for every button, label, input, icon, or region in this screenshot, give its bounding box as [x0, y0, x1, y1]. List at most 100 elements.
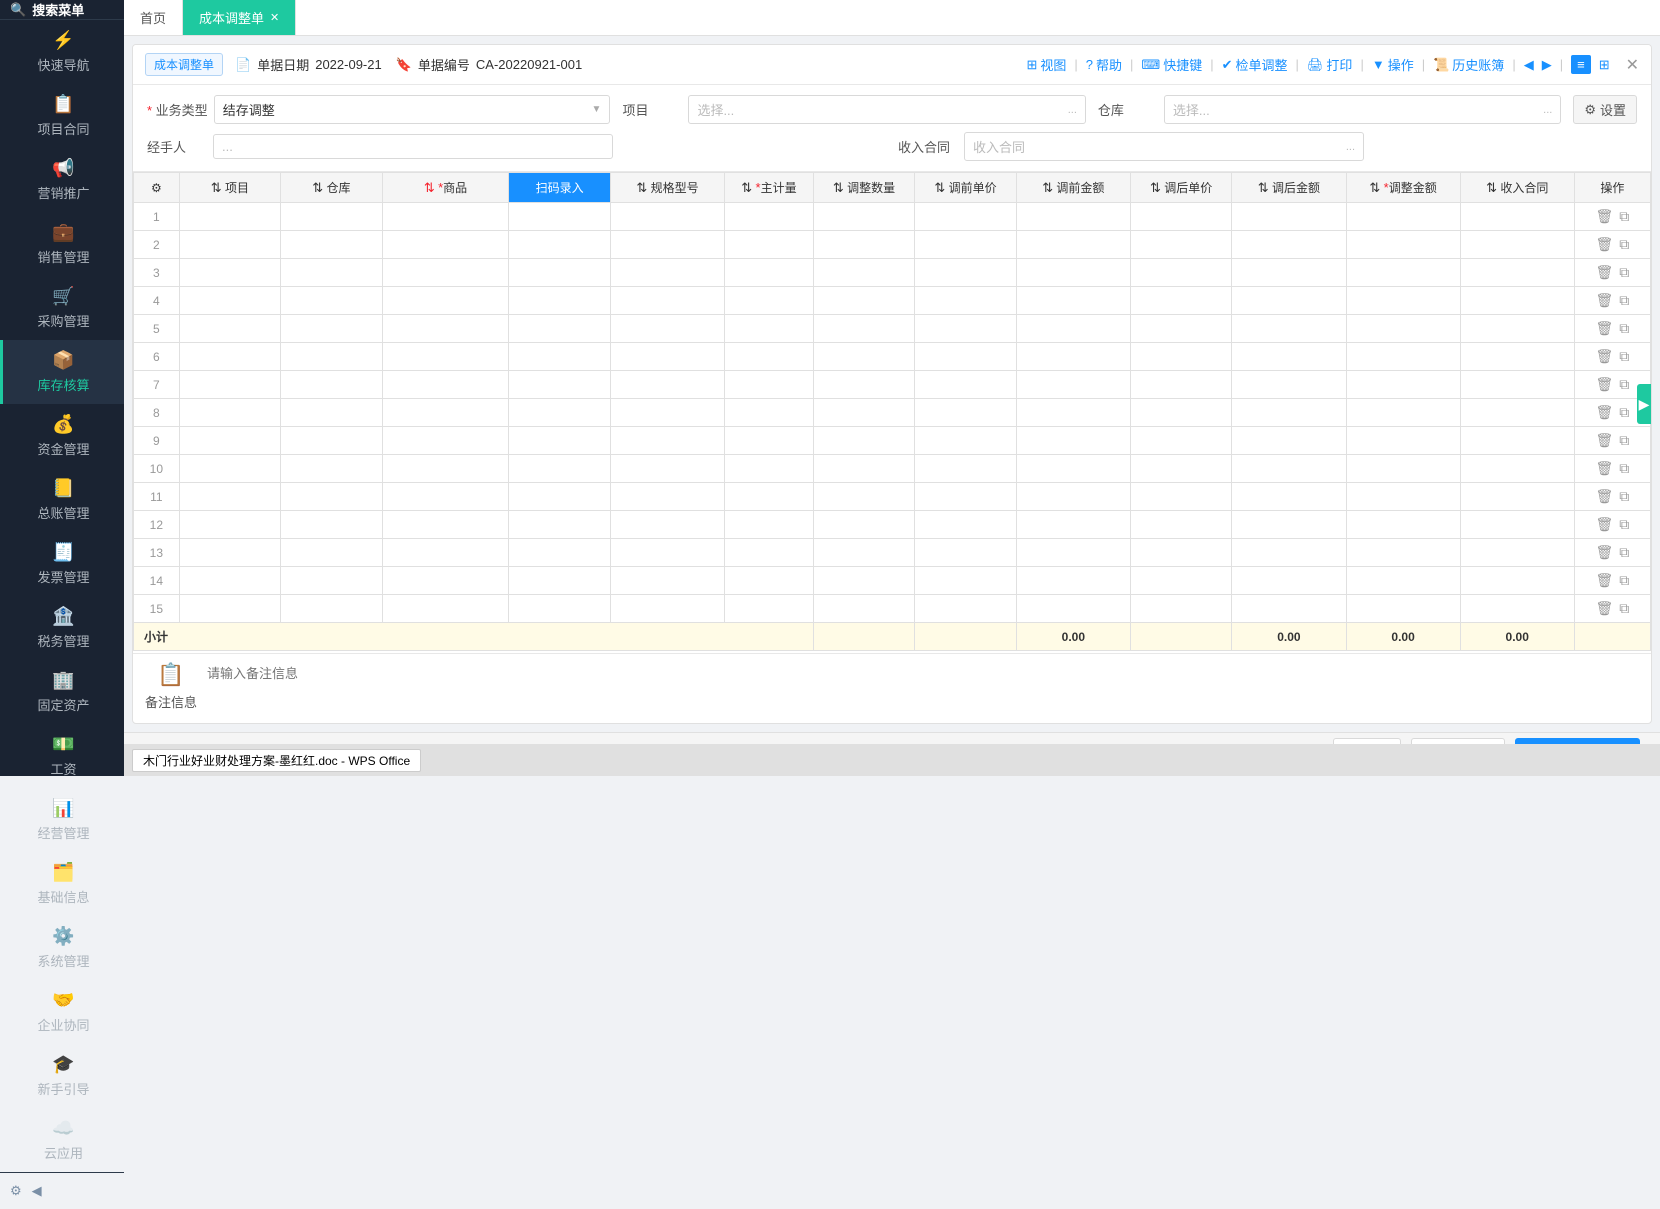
- cell-income-contract[interactable]: [1460, 231, 1574, 259]
- cell-warehouse[interactable]: [281, 371, 382, 399]
- copy-row-icon[interactable]: ⧉: [1619, 292, 1629, 309]
- copy-row-icon[interactable]: ⧉: [1619, 488, 1629, 505]
- delete-row-icon[interactable]: 🗑: [1596, 600, 1614, 617]
- cell-unit[interactable]: [725, 343, 814, 371]
- cell-income-contract[interactable]: [1460, 259, 1574, 287]
- delete-row-icon[interactable]: 🗑: [1596, 236, 1614, 253]
- cell-unit[interactable]: [725, 455, 814, 483]
- cell-warehouse[interactable]: [281, 483, 382, 511]
- sidebar-item-capital-mgmt[interactable]: 💰 资金管理: [0, 404, 124, 468]
- cell-adjust-amount[interactable]: [1346, 231, 1460, 259]
- cell-goods[interactable]: [382, 287, 509, 315]
- cell-income-contract[interactable]: [1460, 287, 1574, 315]
- cell-after-price[interactable]: [1130, 511, 1231, 539]
- cell-adjust-amount[interactable]: [1346, 371, 1460, 399]
- col-scan[interactable]: 扫码录入: [509, 173, 610, 203]
- cell-scan[interactable]: [509, 511, 610, 539]
- copy-row-icon[interactable]: ⧉: [1619, 264, 1629, 281]
- cell-income-contract[interactable]: [1460, 483, 1574, 511]
- cell-warehouse[interactable]: [281, 315, 382, 343]
- cell-warehouse[interactable]: [281, 231, 382, 259]
- cell-income-contract[interactable]: [1460, 595, 1574, 623]
- sidebar-item-base-info[interactable]: 🗂️ 基础信息: [0, 852, 124, 916]
- copy-row-icon[interactable]: ⧉: [1619, 432, 1629, 449]
- delete-row-icon[interactable]: 🗑: [1596, 488, 1614, 505]
- cell-after-price[interactable]: [1130, 427, 1231, 455]
- cell-spec[interactable]: [610, 399, 724, 427]
- col-goods[interactable]: ⇅ *商品: [382, 173, 509, 203]
- cell-before-price[interactable]: [915, 455, 1016, 483]
- cell-unit[interactable]: [725, 287, 814, 315]
- cell-after-price[interactable]: [1130, 595, 1231, 623]
- cell-spec[interactable]: [610, 595, 724, 623]
- cell-qty[interactable]: [813, 399, 914, 427]
- copy-row-icon[interactable]: ⧉: [1619, 516, 1629, 533]
- cell-before-amount[interactable]: [1016, 343, 1130, 371]
- cell-qty[interactable]: [813, 511, 914, 539]
- cell-after-amount[interactable]: [1232, 539, 1346, 567]
- cell-scan[interactable]: [509, 287, 610, 315]
- cell-before-price[interactable]: [915, 287, 1016, 315]
- cell-adjust-amount[interactable]: [1346, 595, 1460, 623]
- cell-goods[interactable]: [382, 315, 509, 343]
- collapse-icon[interactable]: ◀: [32, 1183, 42, 1199]
- cell-spec[interactable]: [610, 343, 724, 371]
- col-after-price[interactable]: ⇅ 调后单价: [1130, 173, 1231, 203]
- cell-spec[interactable]: [610, 427, 724, 455]
- cell-unit[interactable]: [725, 259, 814, 287]
- cell-unit[interactable]: [725, 399, 814, 427]
- cell-income-contract[interactable]: [1460, 203, 1574, 231]
- col-spec[interactable]: ⇅ 规格型号: [610, 173, 724, 203]
- copy-row-icon[interactable]: ⧉: [1619, 544, 1629, 561]
- cell-goods[interactable]: [382, 595, 509, 623]
- cell-after-price[interactable]: [1130, 203, 1231, 231]
- cell-project[interactable]: [179, 203, 280, 231]
- cell-after-price[interactable]: [1130, 315, 1231, 343]
- cell-before-amount[interactable]: [1016, 455, 1130, 483]
- cell-qty[interactable]: [813, 203, 914, 231]
- cell-before-price[interactable]: [915, 231, 1016, 259]
- cell-goods[interactable]: [382, 371, 509, 399]
- copy-row-icon[interactable]: ⧉: [1619, 600, 1629, 617]
- copy-row-icon[interactable]: ⧉: [1619, 460, 1629, 477]
- cell-before-amount[interactable]: [1016, 371, 1130, 399]
- cell-adjust-amount[interactable]: [1346, 483, 1460, 511]
- cell-project[interactable]: [179, 259, 280, 287]
- sidebar-item-inventory-calc[interactable]: 📦 库存核算: [0, 340, 124, 404]
- income-contract-input[interactable]: 收入合同 ...: [964, 132, 1364, 161]
- delete-row-icon[interactable]: 🗑: [1596, 292, 1614, 309]
- cell-qty[interactable]: [813, 343, 914, 371]
- cell-project[interactable]: [179, 595, 280, 623]
- cell-project[interactable]: [179, 287, 280, 315]
- delete-row-icon[interactable]: 🗑: [1596, 348, 1614, 365]
- col-before-amount[interactable]: ⇅ 调前金额: [1016, 173, 1130, 203]
- cell-scan[interactable]: [509, 595, 610, 623]
- cell-before-amount[interactable]: [1016, 427, 1130, 455]
- cell-adjust-amount[interactable]: [1346, 539, 1460, 567]
- delete-row-icon[interactable]: 🗑: [1596, 572, 1614, 589]
- delete-row-icon[interactable]: 🗑: [1596, 320, 1614, 337]
- cell-warehouse[interactable]: [281, 343, 382, 371]
- cell-income-contract[interactable]: [1460, 399, 1574, 427]
- cell-income-contract[interactable]: [1460, 455, 1574, 483]
- cell-after-price[interactable]: [1130, 259, 1231, 287]
- cell-project[interactable]: [179, 427, 280, 455]
- business-type-input[interactable]: 结存调整 ▼: [214, 95, 611, 124]
- cell-before-amount[interactable]: [1016, 539, 1130, 567]
- cell-warehouse[interactable]: [281, 455, 382, 483]
- cell-scan[interactable]: [509, 259, 610, 287]
- cell-scan[interactable]: [509, 343, 610, 371]
- cell-adjust-amount[interactable]: [1346, 315, 1460, 343]
- cell-before-amount[interactable]: [1016, 203, 1130, 231]
- cell-goods[interactable]: [382, 259, 509, 287]
- cell-adjust-amount[interactable]: [1346, 203, 1460, 231]
- print-action[interactable]: 🖨 打印: [1307, 55, 1353, 74]
- copy-row-icon[interactable]: ⧉: [1619, 236, 1629, 253]
- cell-income-contract[interactable]: [1460, 567, 1574, 595]
- delete-row-icon[interactable]: 🗑: [1596, 376, 1614, 393]
- cell-goods[interactable]: [382, 511, 509, 539]
- cell-unit[interactable]: [725, 427, 814, 455]
- cell-after-amount[interactable]: [1232, 399, 1346, 427]
- cell-before-price[interactable]: [915, 203, 1016, 231]
- cell-project[interactable]: [179, 343, 280, 371]
